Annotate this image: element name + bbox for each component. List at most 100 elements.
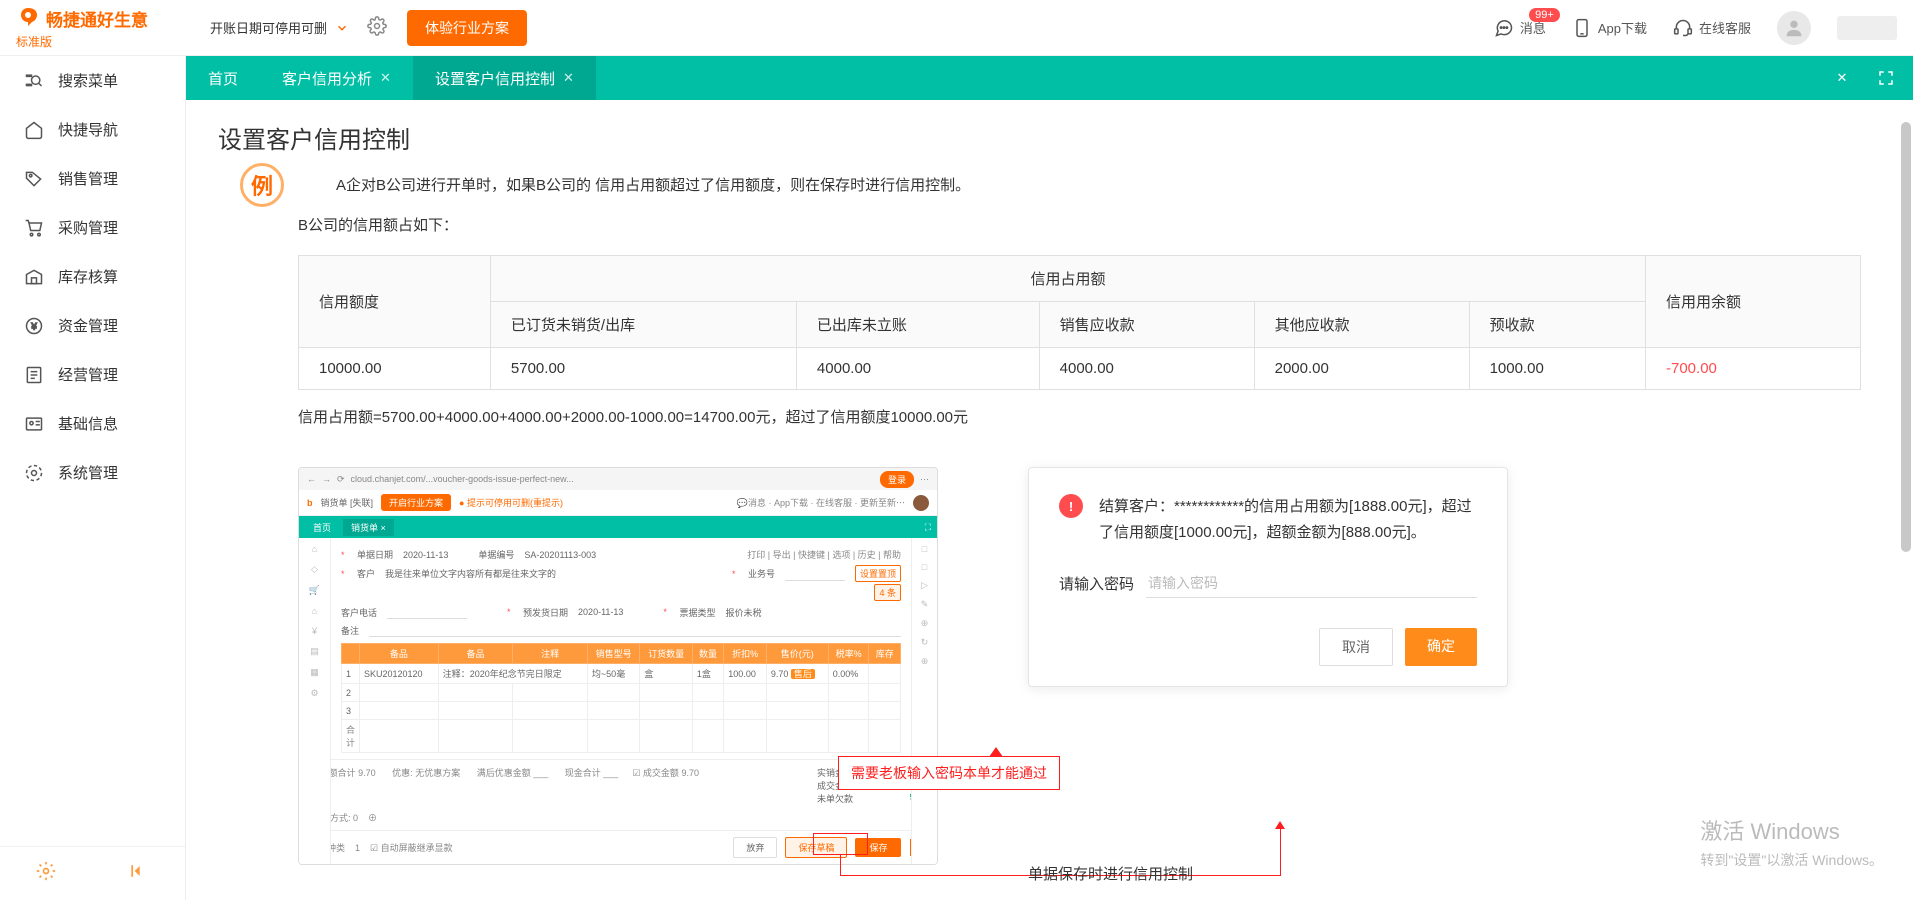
cell-quota: 10000.00 xyxy=(299,348,491,390)
mini-actions: 打印 | 导出 | 快捷键 | 选项 | 历史 | 帮助 xyxy=(747,548,901,561)
mini-col: 折扣% xyxy=(724,644,767,664)
sidebar-item-basic[interactable]: 基础信息 xyxy=(0,399,185,448)
col-balance: 信用用余额 xyxy=(1646,256,1861,348)
sidebar-item-system[interactable]: 系统管理 xyxy=(0,448,185,497)
online-service-button[interactable]: 在线客服 xyxy=(1673,18,1751,38)
user-avatar[interactable] xyxy=(1777,11,1811,45)
collapse-icon xyxy=(127,861,149,881)
mini-collectlbl: 现金合计 xyxy=(565,768,601,778)
cell-outnotbilled: 4000.00 xyxy=(796,348,1039,390)
sidebar-item-operation[interactable]: 经营管理 xyxy=(0,350,185,399)
password-label: 请输入密码 xyxy=(1059,573,1134,594)
mini-sumval: 9.70 xyxy=(358,768,376,778)
mini-cell: 注释：2020年纪念节完日限定 xyxy=(438,664,587,684)
sidebar-item-label: 采购管理 xyxy=(58,217,118,238)
account-settings-button[interactable] xyxy=(367,16,387,39)
sidebar: 搜索菜单 快捷导航 销售管理 采购管理 库存核算 ¥ 资金管理 经营管理 基础信 xyxy=(0,56,186,900)
dialog-cancel-button[interactable]: 取消 xyxy=(1319,628,1393,666)
sidebar-item-purchase[interactable]: 采购管理 xyxy=(0,203,185,252)
credit-control-dialog: ! 结算客户：************的信用占用额为[1888.00元]，超过了… xyxy=(1028,467,1508,687)
mini-industry-btn: 开启行业方案 xyxy=(381,494,451,511)
mini-tab-sales: 销货单 × xyxy=(343,519,394,536)
sidebar-settings-button[interactable] xyxy=(36,861,56,886)
example-description-2: B公司的信用额占如下： xyxy=(298,211,1861,241)
mini-totallbl: 成交金额 xyxy=(643,768,679,778)
password-input[interactable] xyxy=(1146,569,1477,598)
messages-button[interactable]: 消息 99+ xyxy=(1494,18,1546,38)
sidebar-item-label: 基础信息 xyxy=(58,413,118,434)
warehouse-icon xyxy=(24,267,44,287)
sidebar-item-search[interactable]: 搜索菜单 xyxy=(0,56,185,105)
mini-totalval: 9.70 xyxy=(681,768,699,778)
mini-col: 备品 xyxy=(438,644,513,664)
sidebar-item-label: 销售管理 xyxy=(58,168,118,189)
example-badge: 例 xyxy=(240,163,290,213)
mini-date-label: 单据日期 xyxy=(357,548,393,561)
col-prepaid: 预收款 xyxy=(1469,302,1645,348)
col-quota: 信用额度 xyxy=(299,256,491,348)
mini-cell: 9.70 xyxy=(771,669,789,679)
mini-delidate-val: 2020-11-13 xyxy=(578,607,623,617)
chevron-down-icon xyxy=(335,21,349,35)
mini-col: 售价(元) xyxy=(766,644,828,664)
sidebar-item-funds[interactable]: ¥ 资金管理 xyxy=(0,301,185,350)
dialog-ok-button[interactable]: 确定 xyxy=(1405,628,1477,666)
mini-cell: 1盒 xyxy=(692,664,723,684)
app-download-label: App下载 xyxy=(1598,18,1647,37)
tab-credit-analysis[interactable]: 客户信用分析 ✕ xyxy=(260,56,413,100)
money-icon: ¥ xyxy=(24,316,44,336)
mini-pill: 售后 xyxy=(791,669,815,679)
mini-set-top: 设置置顶 xyxy=(855,565,901,582)
tab-credit-control-settings[interactable]: 设置客户信用控制 ✕ xyxy=(413,56,596,100)
mini-deplbl: 满后优惠金额 xyxy=(477,768,531,778)
tab-home[interactable]: 首页 xyxy=(186,56,260,100)
mini-col: 库存 xyxy=(869,644,901,664)
sidebar-item-quicknav[interactable]: 快捷导航 xyxy=(0,105,185,154)
annotation-line xyxy=(840,855,841,875)
annotation-arrowhead xyxy=(1275,821,1285,829)
mini-cust-val: 我是往来单位文字内容所有都是往来文字的 xyxy=(385,567,556,580)
scrollbar-thumb[interactable] xyxy=(1901,122,1911,552)
industry-experience-button[interactable]: 体验行业方案 xyxy=(407,10,527,46)
content-scroll-area[interactable]: 设置客户信用控制 例 A企对B公司进行开单时，如果B公司的 信用占用额超过了信用… xyxy=(186,100,1913,900)
warning-icon: ! xyxy=(1059,494,1083,518)
tab-close-all-button[interactable]: ✕ xyxy=(1825,61,1859,95)
message-icon xyxy=(1494,18,1514,38)
headset-icon xyxy=(1673,18,1693,38)
tab-label: 首页 xyxy=(208,68,238,89)
brand-subtitle: 标准版 xyxy=(16,33,52,50)
account-selector[interactable]: 开账日期可停用可删 xyxy=(210,18,349,37)
svg-text:¥: ¥ xyxy=(30,321,37,331)
mini-cell: 0.00% xyxy=(828,664,869,684)
col-receivable: 销售应收款 xyxy=(1039,302,1254,348)
illustration-screenshot: ←→⟳ cloud.chanjet.com/...voucher-goods-i… xyxy=(298,467,938,865)
mini-title: 销货单 [失联] xyxy=(321,496,374,509)
sidebar-item-label: 搜索菜单 xyxy=(58,70,118,91)
mini-runp-l: 未单欠款 xyxy=(817,792,853,805)
sidebar-item-sales[interactable]: 销售管理 xyxy=(0,154,185,203)
online-service-label: 在线客服 xyxy=(1699,18,1751,37)
sidebar-collapse-button[interactable] xyxy=(127,861,149,886)
mini-date-val: 2020-11-13 xyxy=(403,550,448,560)
app-download-button[interactable]: App下载 xyxy=(1572,18,1647,38)
close-icon[interactable]: ✕ xyxy=(380,70,391,86)
sidebar-item-label: 经营管理 xyxy=(58,364,118,385)
mini-col: 税率% xyxy=(828,644,869,664)
tab-bar: 首页 客户信用分析 ✕ 设置客户信用控制 ✕ ✕ xyxy=(186,56,1913,100)
mini-cell: 1 xyxy=(342,664,360,684)
user-name-placeholder[interactable] xyxy=(1837,16,1897,40)
sidebar-item-inventory[interactable]: 库存核算 xyxy=(0,252,185,301)
mini-cust-label: 客户 xyxy=(357,567,375,580)
phone-icon xyxy=(1572,18,1592,38)
mini-col: 注释 xyxy=(513,644,588,664)
gear-icon xyxy=(367,16,387,36)
mini-tracktype-val: 报价未税 xyxy=(725,606,761,619)
mini-savedraft-btn: 保存草稿 xyxy=(785,837,847,858)
fullscreen-button[interactable] xyxy=(1869,61,1903,95)
cell-other: 2000.00 xyxy=(1254,348,1469,390)
mini-biz-label: 业务号 xyxy=(748,567,775,580)
brand-logo: 畅捷通好生意 标准版 xyxy=(16,6,186,50)
mini-abandon-btn: 放弃 xyxy=(733,837,777,858)
close-icon[interactable]: ✕ xyxy=(563,70,574,86)
calculation-formula: 信用占用额=5700.00+4000.00+4000.00+2000.00-10… xyxy=(298,406,1861,427)
